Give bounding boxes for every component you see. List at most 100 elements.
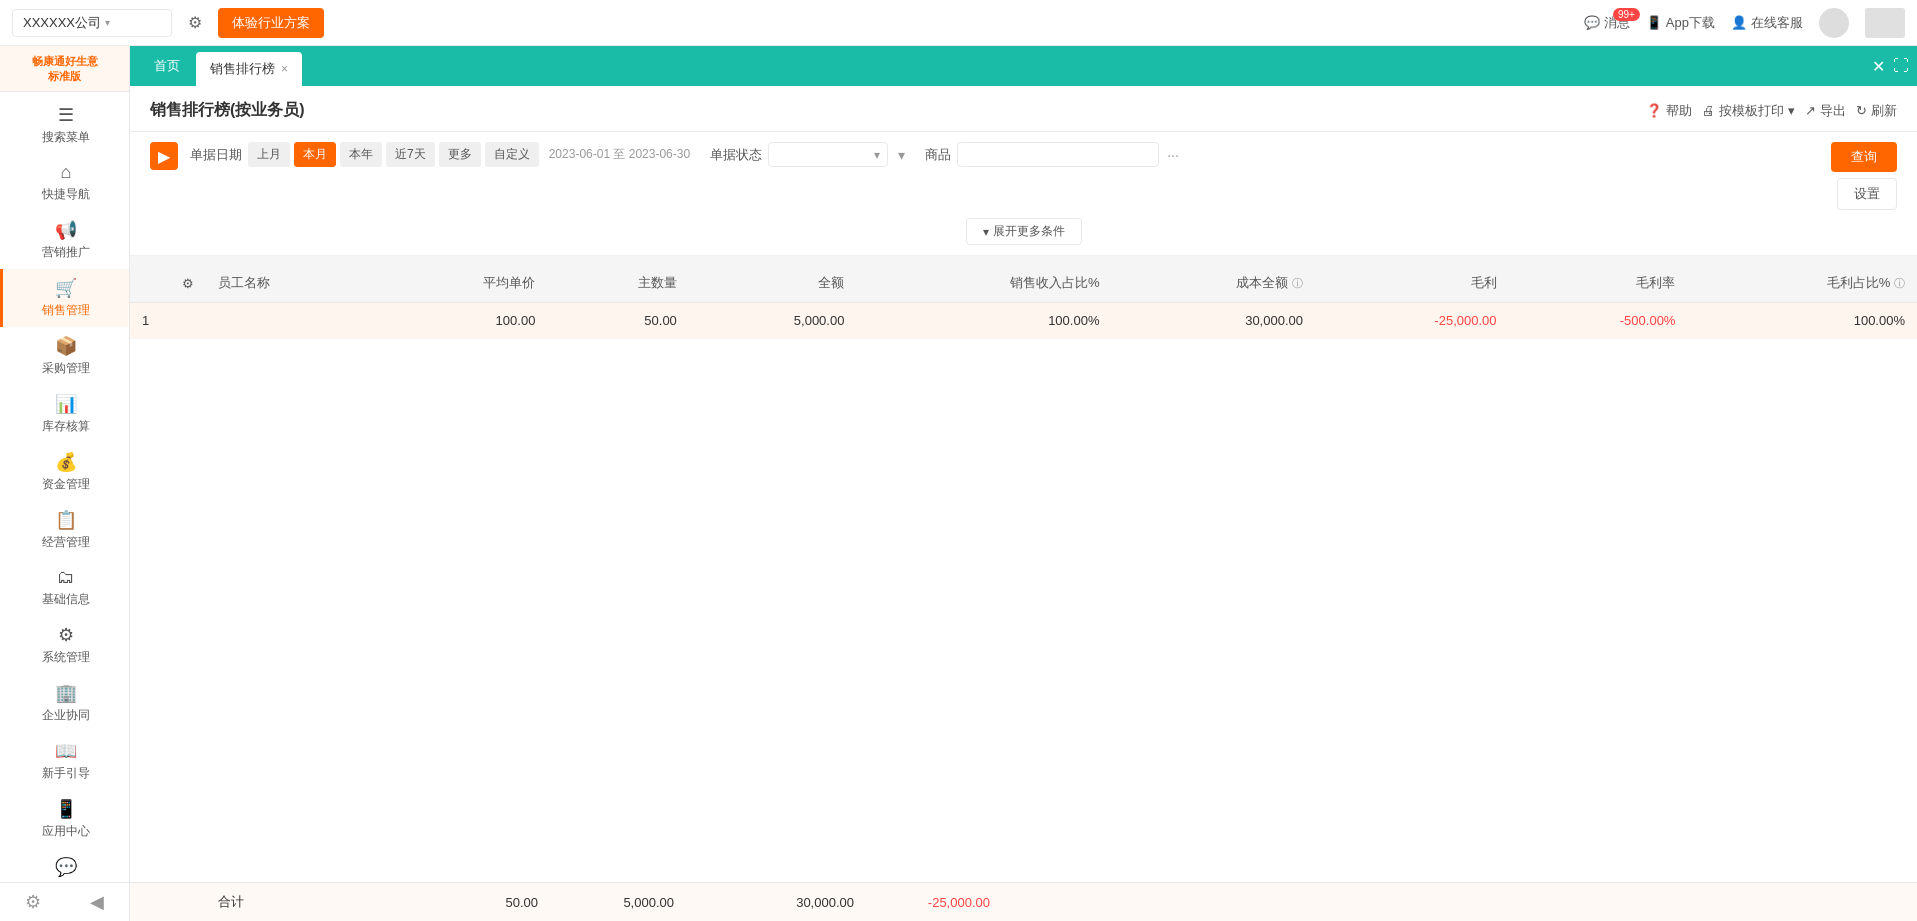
th-settings[interactable]: ⚙: [170, 264, 206, 303]
tab-home[interactable]: 首页: [138, 46, 196, 86]
tab-close-icon[interactable]: ×: [281, 62, 288, 76]
message-icon: 💬: [1584, 15, 1600, 30]
sidebar-item-企业微信[interactable]: 💬 企业微信: [0, 848, 129, 882]
sidebar-item-label: 资金管理: [42, 476, 90, 493]
chevron-down-icon: ▾: [105, 17, 110, 28]
goods-more-icon[interactable]: ···: [1167, 147, 1179, 163]
sidebar-item-销售管理[interactable]: 🛒 销售管理: [0, 269, 129, 327]
footer-gross: -25,000.00: [870, 895, 990, 910]
filter-toggle-icon[interactable]: ▶: [150, 142, 178, 170]
tab-sales-ranking[interactable]: 销售排行榜 ×: [196, 52, 302, 86]
sidebar-icon: ⚙: [58, 624, 74, 646]
sidebar-item-label: 库存核算: [42, 418, 90, 435]
top-right-area: 💬 消息 99+ 📱 App下载 👤 在线客服: [1584, 8, 1905, 38]
sidebar-item-系统管理[interactable]: ⚙ 系统管理: [0, 616, 129, 674]
goods-input[interactable]: [957, 142, 1159, 167]
top-bar: XXXXXX公司 ▾ ⚙ 体验行业方案 💬 消息 99+ 📱 App下载 👤 在…: [0, 0, 1917, 46]
refresh-icon: ↻: [1856, 103, 1867, 118]
company-name: XXXXXX公司: [23, 14, 101, 32]
date-btn-本年[interactable]: 本年: [340, 142, 382, 167]
export-button[interactable]: ↗ 导出: [1805, 102, 1846, 120]
sidebar-item-搜索菜单[interactable]: ☰ 搜索菜单: [0, 96, 129, 154]
date-btn-本月[interactable]: 本月: [294, 142, 336, 167]
message-item[interactable]: 💬 消息 99+: [1584, 14, 1630, 32]
td-sales-pct: 100.00%: [856, 303, 1111, 339]
sidebar-item-采购管理[interactable]: 📦 采购管理: [0, 327, 129, 385]
th-main-qty: 主数量: [547, 264, 688, 303]
date-btn-近7天[interactable]: 近7天: [386, 142, 435, 167]
th-amount: 全额: [689, 264, 857, 303]
settings-button[interactable]: 设置: [1837, 178, 1897, 210]
sidebar-item-label: 经营管理: [42, 534, 90, 551]
sidebar-icon: 💬: [55, 856, 77, 878]
sidebar-icon: 📱: [55, 798, 77, 820]
sidebar-item-快捷导航[interactable]: ⌂ 快捷导航: [0, 154, 129, 211]
date-btn-更多[interactable]: 更多: [439, 142, 481, 167]
tab-close-window-btn[interactable]: ✕: [1872, 57, 1885, 76]
online-service-item[interactable]: 👤 在线客服: [1731, 14, 1803, 32]
sidebar-item-label: 搜索菜单: [42, 129, 90, 146]
sidebar-item-label: 采购管理: [42, 360, 90, 377]
sidebar-item-label: 销售管理: [42, 302, 90, 319]
td-amount: 5,000.00: [689, 303, 857, 339]
company-selector[interactable]: XXXXXX公司 ▾: [12, 9, 172, 37]
sidebar-collapse-icon[interactable]: ◀: [90, 891, 104, 913]
date-range-options: 上月本月本年近7天更多自定义: [248, 142, 539, 167]
sidebar-item-营销推广[interactable]: 📢 营销推广: [0, 211, 129, 269]
expand-button[interactable]: ▾ 展开更多条件: [966, 218, 1082, 245]
date-btn-上月[interactable]: 上月: [248, 142, 290, 167]
tab-bar-right: ✕ ⛶: [1872, 57, 1909, 76]
expand-row: ▾ 展开更多条件: [150, 218, 1897, 245]
app-download-item[interactable]: 📱 App下载: [1646, 14, 1715, 32]
sidebar-item-资金管理[interactable]: 💰 资金管理: [0, 443, 129, 501]
td-name: [206, 303, 377, 339]
refresh-button[interactable]: ↻ 刷新: [1856, 102, 1897, 120]
th-name: 员工名称: [206, 264, 377, 303]
cost-info-icon: ⓘ: [1292, 277, 1303, 289]
sidebar-item-企业协同[interactable]: 🏢 企业协同: [0, 674, 129, 732]
topbar-settings-icon[interactable]: ⚙: [180, 8, 210, 38]
td-index: 1: [130, 303, 170, 339]
gross-pct-info-icon: ⓘ: [1894, 277, 1905, 289]
date-btn-自定义[interactable]: 自定义: [485, 142, 539, 167]
online-service-label: 在线客服: [1751, 14, 1803, 32]
trial-button[interactable]: 体验行业方案: [218, 8, 324, 38]
sidebar-item-label: 应用中心: [42, 823, 90, 840]
sidebar-item-新手引导[interactable]: 📖 新手引导: [0, 732, 129, 790]
service-icon: 👤: [1731, 15, 1747, 30]
th-avg-price: 平均单价: [377, 264, 548, 303]
sidebar-item-label: 系统管理: [42, 649, 90, 666]
sidebar-icon: 📖: [55, 740, 77, 762]
sidebar-item-label: 快捷导航: [42, 186, 90, 203]
sidebar-item-库存核算[interactable]: 📊 库存核算: [0, 385, 129, 443]
date-label: 单据日期: [190, 146, 242, 164]
sidebar-item-应用中心[interactable]: 📱 应用中心: [0, 790, 129, 848]
main-layout: 畅康通好生意 标准版 ☰ 搜索菜单⌂ 快捷导航📢 营销推广🛒 销售管理📦 采购管…: [0, 46, 1917, 921]
th-gross-rate: 毛利率: [1509, 264, 1688, 303]
footer-main-qty: 50.00: [438, 895, 538, 910]
app-download-label: App下载: [1666, 14, 1715, 32]
goods-label: 商品: [925, 146, 951, 164]
td-avg-price: 100.00: [377, 303, 548, 339]
sidebar-icon: ⌂: [61, 162, 72, 183]
sidebar-item-label: 企业协同: [42, 707, 90, 724]
sidebar-item-基础信息[interactable]: 🗂 基础信息: [0, 559, 129, 616]
avatar[interactable]: [1819, 8, 1849, 38]
td-gross-rate: -500.00%: [1509, 303, 1688, 339]
help-button[interactable]: ❓ 帮助: [1646, 102, 1692, 120]
query-button[interactable]: 查询: [1831, 142, 1897, 172]
expand-label: 展开更多条件: [993, 223, 1065, 240]
status-select[interactable]: [768, 142, 888, 167]
sidebar-icon: 📦: [55, 335, 77, 357]
th-index: [130, 264, 170, 303]
sidebar-settings-icon[interactable]: ⚙: [25, 891, 41, 913]
status-dropdown-icon[interactable]: ▾: [898, 147, 905, 163]
status-select-wrapper: [768, 142, 888, 167]
filter-section: ▶ 单据日期 上月本月本年近7天更多自定义 2023-06-01 至 2023-…: [130, 132, 1917, 256]
tab-maximize-btn[interactable]: ⛶: [1893, 57, 1909, 76]
template-print-button[interactable]: 🖨 按模板打印 ▾: [1702, 102, 1795, 120]
sidebar-item-经营管理[interactable]: 📋 经营管理: [0, 501, 129, 559]
sidebar-icon: 📋: [55, 509, 77, 531]
page-header: 销售排行榜(按业务员) ❓ 帮助 🖨 按模板打印 ▾ ↗ 导出: [130, 86, 1917, 132]
user-name-area[interactable]: [1865, 8, 1905, 38]
